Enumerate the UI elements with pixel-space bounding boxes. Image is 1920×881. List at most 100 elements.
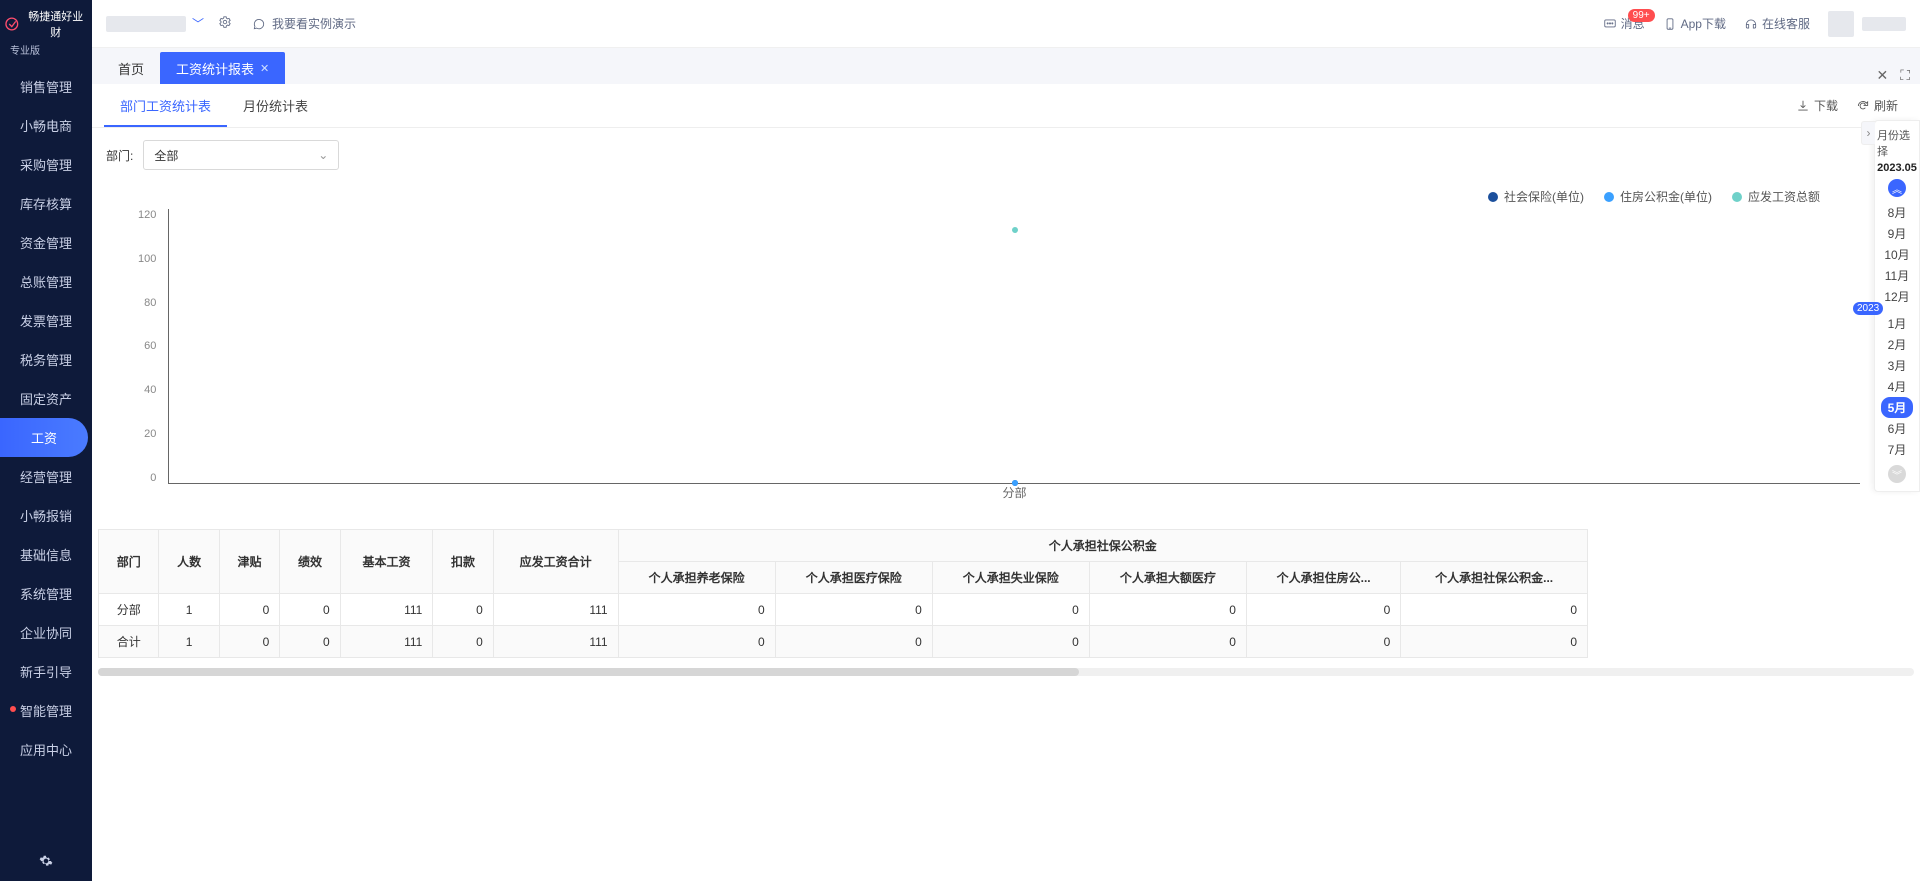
phone-icon [1663, 17, 1677, 31]
sidebar-item[interactable]: 新手引导 [0, 652, 92, 691]
chart: 120100806040200 分部 [168, 209, 1860, 499]
sidebar-item[interactable]: 税务管理 [0, 340, 92, 379]
page-tab[interactable]: 首页 [102, 52, 160, 84]
month-item[interactable]: 3月 [1881, 355, 1913, 376]
month-item[interactable]: 4月 [1881, 376, 1913, 397]
month-item[interactable]: 5月 [1881, 397, 1913, 418]
sidebar-item[interactable]: 固定资产 [0, 379, 92, 418]
table-header: 部门 [99, 530, 159, 594]
page-tab[interactable]: 工资统计报表 ✕ [160, 52, 285, 84]
app-download-button[interactable]: App下载 [1663, 15, 1726, 32]
table-cell: 1 [159, 594, 219, 626]
chart-area: 社会保险(单位) 住房公积金(单位) 应发工资总额 120100806040200 … [92, 182, 1920, 499]
scrollbar-thumb[interactable] [98, 668, 1079, 676]
company-selector[interactable]: ﹀ [106, 15, 204, 32]
table-cell: 0 [280, 594, 340, 626]
sidebar-item[interactable]: 企业协同 [0, 613, 92, 652]
sidebar-item[interactable]: 总账管理 [0, 262, 92, 301]
table-cell: 111 [493, 626, 618, 658]
sidebar-item[interactable]: 工资 [0, 418, 88, 457]
sidebar-item[interactable]: 发票管理 [0, 301, 92, 340]
data-point [1012, 480, 1018, 486]
sidebar-item[interactable]: 系统管理 [0, 574, 92, 613]
tab-close-icon[interactable]: ✕ [260, 62, 269, 75]
panel-collapse-button[interactable]: › [1861, 121, 1875, 145]
demo-link[interactable]: 我要看实例演示 [252, 15, 356, 32]
sidebar-item[interactable]: 销售管理 [0, 67, 92, 106]
sidebar-item[interactable]: 小畅电商 [0, 106, 92, 145]
month-item[interactable]: 8月 [1881, 202, 1913, 223]
tab-close-all-icon[interactable]: ✕ [1876, 67, 1888, 84]
month-scroll-down[interactable]: ︾ [1888, 465, 1906, 483]
download-button[interactable]: 下载 [1796, 97, 1838, 114]
month-item[interactable]: 7月 [1881, 439, 1913, 460]
notification-dot-icon [10, 706, 16, 712]
sidebar-item[interactable]: 基础信息 [0, 535, 92, 574]
month-scroll-up[interactable]: ︽ [1888, 179, 1906, 197]
avatar [1828, 11, 1854, 37]
sidebar-item-label: 新手引导 [20, 665, 72, 680]
user-menu[interactable] [1828, 11, 1906, 37]
month-item[interactable]: 2月 [1881, 334, 1913, 355]
sidebar-item[interactable]: 采购管理 [0, 145, 92, 184]
messages-button[interactable]: 消息 99+ [1603, 15, 1645, 32]
settings-icon[interactable] [39, 857, 53, 871]
table-group-header: 个人承担社保公积金 [618, 530, 1587, 562]
legend-label: 住房公积金(单位) [1620, 188, 1712, 205]
month-item[interactable]: 1月 [1881, 313, 1913, 334]
data-point [1012, 227, 1018, 233]
sidebar-item[interactable]: 资金管理 [0, 223, 92, 262]
month-item[interactable]: 6月 [1881, 418, 1913, 439]
sidebar-item[interactable]: 小畅报销 [0, 496, 92, 535]
table-header: 扣款 [433, 530, 493, 594]
table-header: 津贴 [219, 530, 279, 594]
salary-table: 部门人数津贴绩效基本工资扣款应发工资合计个人承担社保公积金 个人承担养老保险个人… [98, 529, 1588, 658]
sub-tab[interactable]: 部门工资统计表 [104, 84, 227, 127]
sidebar-item[interactable]: 库存核算 [0, 184, 92, 223]
sidebar-item[interactable]: 应用中心 [0, 730, 92, 769]
table-cell: 0 [1401, 594, 1588, 626]
month-item[interactable]: 12月 [1881, 286, 1913, 307]
table-wrapper[interactable]: 部门人数津贴绩效基本工资扣款应发工资合计个人承担社保公积金 个人承担养老保险个人… [98, 529, 1914, 658]
sub-tab[interactable]: 月份统计表 [227, 84, 324, 127]
month-item[interactable]: 9月 [1881, 223, 1913, 244]
y-tick-label: 40 [144, 384, 156, 396]
sidebar-item[interactable]: 经营管理 [0, 457, 92, 496]
month-item[interactable]: 10月 [1881, 244, 1913, 265]
sidebar-item-label: 智能管理 [20, 704, 72, 719]
table-sub-header: 个人承担住房公... [1246, 562, 1400, 594]
main-area: ﹀ 我要看实例演示 消息 99+ App下载 [92, 0, 1920, 881]
sidebar-item-label: 采购管理 [20, 158, 72, 173]
y-tick-label: 20 [144, 428, 156, 440]
chevron-down-icon: ⌄ [318, 148, 328, 162]
page-tabs: 首页工资统计报表 ✕ ✕ ⛶ [92, 48, 1920, 84]
online-service-button[interactable]: 在线客服 [1744, 15, 1810, 32]
gear-icon[interactable] [218, 15, 232, 32]
dept-select[interactable]: 全部 ⌄ [143, 140, 339, 170]
sidebar-item-label: 系统管理 [20, 587, 72, 602]
dept-select-value: 全部 [154, 147, 178, 164]
username-placeholder [1862, 17, 1906, 31]
filter-row: 部门: 全部 ⌄ [92, 128, 1920, 182]
sidebar-item[interactable]: 智能管理 [0, 691, 92, 730]
legend-item[interactable]: 社会保险(单位) [1488, 188, 1584, 205]
legend-item[interactable]: 应发工资总额 [1732, 188, 1820, 205]
tab-label: 工资统计报表 [176, 59, 254, 78]
chart-y-axis: 120100806040200 [138, 209, 156, 484]
fullscreen-icon[interactable]: ⛶ [1900, 67, 1910, 84]
table-cell: 0 [1246, 594, 1400, 626]
company-name-placeholder [106, 16, 186, 32]
legend-item[interactable]: 住房公积金(单位) [1604, 188, 1712, 205]
year-tag: 2023 [1853, 302, 1883, 315]
table-cell: 0 [1401, 626, 1588, 658]
month-item[interactable]: 11月 [1881, 265, 1913, 286]
table-cell: 0 [1089, 626, 1246, 658]
sidebar-item-label: 资金管理 [20, 236, 72, 251]
refresh-button[interactable]: 刷新 [1856, 97, 1898, 114]
chart-legend: 社会保险(单位) 住房公积金(单位) 应发工资总额 [132, 182, 1860, 209]
table-sub-header: 个人承担失业保险 [932, 562, 1089, 594]
sidebar-item-label: 销售管理 [20, 80, 72, 95]
horizontal-scrollbar[interactable] [98, 668, 1914, 676]
sidebar-item-label: 小畅报销 [20, 509, 72, 524]
table-cell: 0 [1089, 594, 1246, 626]
